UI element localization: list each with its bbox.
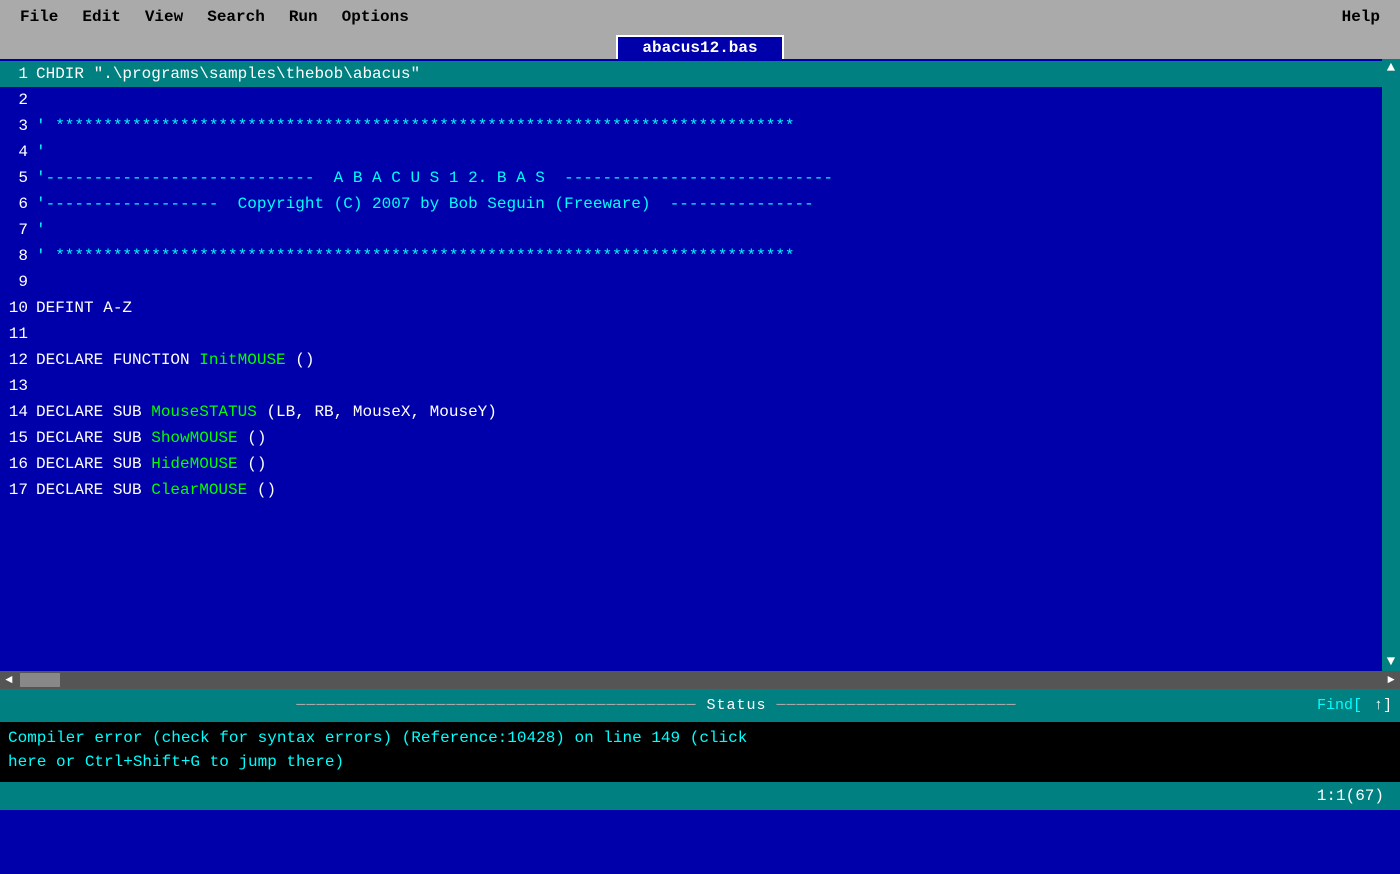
line-num-10: 10 xyxy=(0,295,36,321)
code-line-16: 16 DECLARE SUB HideMOUSE () xyxy=(0,451,1382,477)
editor-main[interactable]: 1 CHDIR ".\programs\samples\thebob\abacu… xyxy=(0,59,1382,671)
bottom-status: 1:1(67) xyxy=(0,782,1400,810)
line-content-6: '------------------ Copyright (C) 2007 b… xyxy=(36,191,814,217)
line-content-16: DECLARE SUB HideMOUSE () xyxy=(36,451,266,477)
scroll-left-arrow[interactable]: ◄ xyxy=(0,671,18,689)
scroll-down-arrow[interactable]: ▼ xyxy=(1382,653,1400,671)
scroll-thumb-h[interactable] xyxy=(20,673,60,687)
error-area[interactable]: Compiler error (check for syntax errors)… xyxy=(0,722,1400,782)
line-content-8: ' **************************************… xyxy=(36,243,795,269)
menu-file[interactable]: File xyxy=(8,4,70,30)
line-num-2: 2 xyxy=(0,87,36,113)
scroll-up-arrow[interactable]: ▲ xyxy=(1382,59,1400,77)
menu-help[interactable]: Help xyxy=(1330,4,1392,30)
code-line-10: 10 DEFINT A-Z xyxy=(0,295,1382,321)
status-label: ────────────────────────────────────────… xyxy=(4,697,1309,714)
line-num-12: 12 xyxy=(0,347,36,373)
line-content-1: CHDIR ".\programs\samples\thebob\abacus" xyxy=(36,61,420,87)
code-line-13: 13 xyxy=(0,373,1382,399)
title-bar: abacus12.bas xyxy=(0,33,1400,59)
code-line-15: 15 DECLARE SUB ShowMOUSE () xyxy=(0,425,1382,451)
code-line-5: 5 '---------------------------- A B A C … xyxy=(0,165,1382,191)
line-content-7: ' xyxy=(36,217,46,243)
line-num-4: 4 xyxy=(0,139,36,165)
line-num-16: 16 xyxy=(0,451,36,477)
hscrollbar[interactable]: ◄ ► xyxy=(0,671,1400,689)
status-scroll-up[interactable]: ↑] xyxy=(1370,697,1396,714)
menu-view[interactable]: View xyxy=(133,4,195,30)
code-line-4: 4 ' xyxy=(0,139,1382,165)
menu-edit[interactable]: Edit xyxy=(70,4,132,30)
code-line-9: 9 xyxy=(0,269,1382,295)
scroll-track-h[interactable] xyxy=(18,671,1382,689)
line-num-11: 11 xyxy=(0,321,36,347)
code-line-14: 14 DECLARE SUB MouseSTATUS (LB, RB, Mous… xyxy=(0,399,1382,425)
line-num-8: 8 xyxy=(0,243,36,269)
code-line-12: 12 DECLARE FUNCTION InitMOUSE () xyxy=(0,347,1382,373)
line-num-9: 9 xyxy=(0,269,36,295)
menu-search[interactable]: Search xyxy=(195,4,277,30)
line-num-17: 17 xyxy=(0,477,36,503)
line-content-3: ' **************************************… xyxy=(36,113,795,139)
code-line-7: 7 ' xyxy=(0,217,1382,243)
menu-options[interactable]: Options xyxy=(330,4,421,30)
scrollbar-right[interactable]: ▲ ▼ xyxy=(1382,59,1400,671)
line-num-1: 1 xyxy=(0,61,36,87)
cursor-position: 1:1(67) xyxy=(1317,787,1384,805)
statusbar: ────────────────────────────────────────… xyxy=(0,689,1400,722)
file-title-tab[interactable]: abacus12.bas xyxy=(616,35,783,59)
line-content-4: ' xyxy=(36,139,46,165)
line-num-3: 3 xyxy=(0,113,36,139)
find-label[interactable]: Find[ xyxy=(1309,697,1370,714)
line-content-15: DECLARE SUB ShowMOUSE () xyxy=(36,425,266,451)
code-line-1: 1 CHDIR ".\programs\samples\thebob\abacu… xyxy=(0,61,1382,87)
line-num-13: 13 xyxy=(0,373,36,399)
menu-run[interactable]: Run xyxy=(277,4,330,30)
error-line-1: Compiler error (check for syntax errors)… xyxy=(8,726,1392,750)
line-content-10: DEFINT A-Z xyxy=(36,295,132,321)
line-content-5: '---------------------------- A B A C U … xyxy=(36,165,833,191)
line-num-5: 5 xyxy=(0,165,36,191)
line-num-14: 14 xyxy=(0,399,36,425)
menubar: File Edit View Search Run Options Help xyxy=(0,0,1400,33)
code-line-11: 11 xyxy=(0,321,1382,347)
line-num-7: 7 xyxy=(0,217,36,243)
code-area: 1 CHDIR ".\programs\samples\thebob\abacu… xyxy=(0,59,1382,505)
error-line-2: here or Ctrl+Shift+G to jump there) xyxy=(8,750,1392,774)
scroll-thumb-right[interactable] xyxy=(1382,77,1400,653)
code-line-6: 6 '------------------ Copyright (C) 2007… xyxy=(0,191,1382,217)
line-num-15: 15 xyxy=(0,425,36,451)
line-num-6: 6 xyxy=(0,191,36,217)
line-content-17: DECLARE SUB ClearMOUSE () xyxy=(36,477,276,503)
code-line-2: 2 xyxy=(0,87,1382,113)
line-content-12: DECLARE FUNCTION InitMOUSE () xyxy=(36,347,314,373)
line-content-14: DECLARE SUB MouseSTATUS (LB, RB, MouseX,… xyxy=(36,399,497,425)
scroll-right-arrow[interactable]: ► xyxy=(1382,671,1400,689)
code-line-8: 8 ' ************************************… xyxy=(0,243,1382,269)
editor-container: 1 CHDIR ".\programs\samples\thebob\abacu… xyxy=(0,59,1400,671)
code-line-3: 3 ' ************************************… xyxy=(0,113,1382,139)
code-line-17: 17 DECLARE SUB ClearMOUSE () xyxy=(0,477,1382,503)
